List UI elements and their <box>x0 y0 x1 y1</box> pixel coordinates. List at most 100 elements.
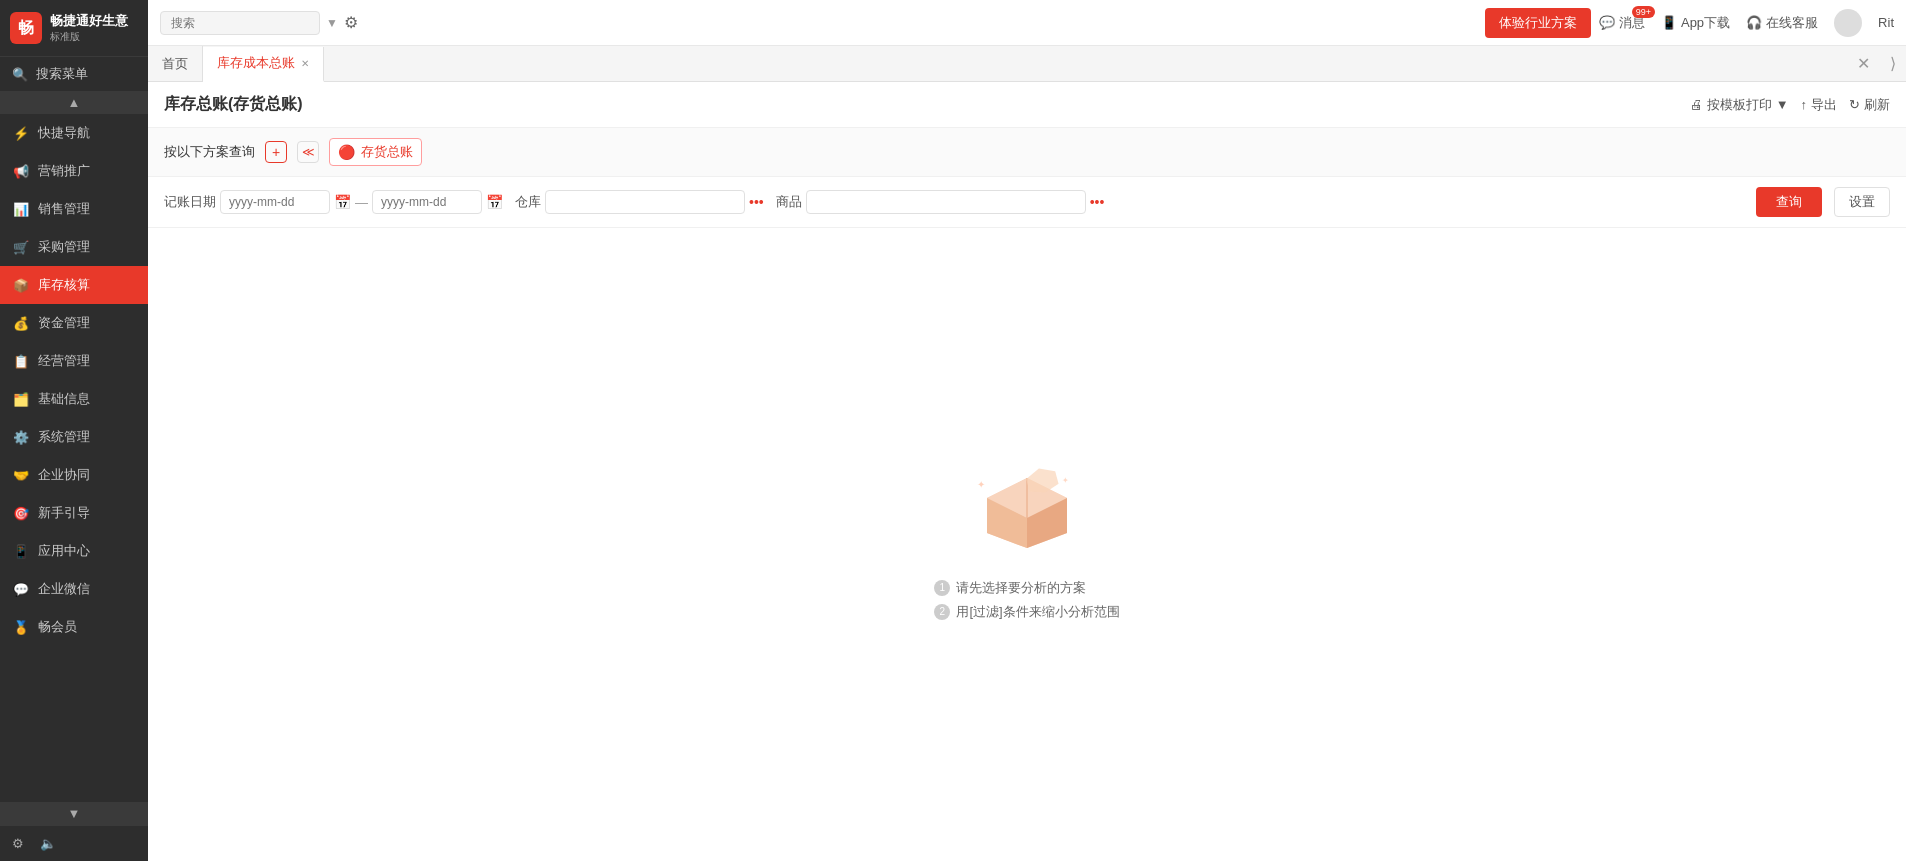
tab-bar: 首页 库存成本总账 ✕ ✕ ⟩ <box>148 46 1906 82</box>
speaker-footer-icon[interactable]: 🔈 <box>40 836 56 851</box>
enterprise-icon: 🤝 <box>12 466 30 484</box>
marketing-icon: 📢 <box>12 162 30 180</box>
warehouse-more-icon[interactable]: ••• <box>749 194 764 210</box>
warehouse-field: 仓库 ••• <box>515 190 764 214</box>
filter-label: 按以下方案查询 <box>164 143 255 161</box>
date-start-input[interactable] <box>220 190 330 214</box>
scheme-icon: 🔴 <box>338 144 355 160</box>
sidebar-item-wechat[interactable]: 💬 企业微信 <box>0 570 148 608</box>
headset-icon: 🎧 <box>1746 15 1762 30</box>
scroll-up-btn[interactable]: ▲ <box>0 91 148 114</box>
content-area: 库存总账(存货总账) 🖨 按模板打印 ▼ ↑ 导出 ↻ 刷新 <box>148 82 1906 861</box>
scroll-down-btn[interactable]: ▼ <box>0 802 148 825</box>
goods-input[interactable] <box>806 190 1086 214</box>
topbar-search-input[interactable] <box>160 11 320 35</box>
export-icon: ↑ <box>1801 97 1808 112</box>
operation-label: 经营管理 <box>38 352 90 370</box>
app-logo-text: 畅捷通好生意 标准版 <box>50 13 128 43</box>
date-end-input[interactable] <box>372 190 482 214</box>
search-btn[interactable]: 查询 <box>1756 187 1822 217</box>
tab-home[interactable]: 首页 <box>148 46 203 81</box>
goods-more-icon[interactable]: ••• <box>1090 194 1105 210</box>
app-download-label: App下载 <box>1681 14 1730 32</box>
sidebar: 畅 畅捷通好生意 标准版 🔍 搜索菜单 ▲ ⚡ 快捷导航 📢 营销推广 📊 销售… <box>0 0 148 861</box>
phone-icon: 📱 <box>1661 15 1677 30</box>
newbie-label: 新手引导 <box>38 504 90 522</box>
svg-text:✦: ✦ <box>1062 476 1069 485</box>
search-row: 记账日期 📅 — 📅 仓库 ••• 商品 ••• 查询 <box>148 177 1906 228</box>
topbar-gear-icon[interactable]: ⚙ <box>344 13 358 32</box>
app-title: 畅捷通好生意 <box>50 13 128 30</box>
refresh-btn[interactable]: ↻ 刷新 <box>1849 96 1890 114</box>
print-btn[interactable]: 🖨 按模板打印 ▼ <box>1690 96 1789 114</box>
tab-close-all-btn[interactable]: ✕ <box>1847 54 1880 73</box>
sidebar-item-member[interactable]: 🏅 畅会员 <box>0 608 148 646</box>
app-subtitle: 标准版 <box>50 30 128 43</box>
app-center-label: 应用中心 <box>38 542 90 560</box>
settings-footer-icon[interactable]: ⚙ <box>12 836 24 851</box>
sidebar-search[interactable]: 🔍 搜索菜单 <box>0 57 148 91</box>
topbar-chevron-icon[interactable]: ▼ <box>326 16 338 30</box>
app-download-btn[interactable]: 📱 App下载 <box>1661 14 1730 32</box>
step2-icon: 2 <box>934 604 950 620</box>
warehouse-input[interactable] <box>545 190 745 214</box>
inventory-icon: 📦 <box>12 276 30 294</box>
sales-label: 销售管理 <box>38 200 90 218</box>
sidebar-item-app-center[interactable]: 📱 应用中心 <box>0 532 148 570</box>
sidebar-item-purchase[interactable]: 🛒 采购管理 <box>0 228 148 266</box>
tab-expand-icon[interactable]: ⟩ <box>1880 54 1906 73</box>
basic-icon: 🗂️ <box>12 390 30 408</box>
export-btn[interactable]: ↑ 导出 <box>1801 96 1838 114</box>
filter-scheme-item[interactable]: 🔴 存货总账 <box>329 138 422 166</box>
sidebar-item-enterprise[interactable]: 🤝 企业协同 <box>0 456 148 494</box>
filter-add-btn[interactable]: + <box>265 141 287 163</box>
empty-tip2: 用[过滤]条件来缩小分析范围 <box>956 603 1119 621</box>
calendar-start-icon[interactable]: 📅 <box>334 194 351 210</box>
finance-icon: 💰 <box>12 314 30 332</box>
tab-home-label: 首页 <box>162 55 188 73</box>
calendar-end-icon[interactable]: 📅 <box>486 194 503 210</box>
quick-nav-icon: ⚡ <box>12 124 30 142</box>
purchase-label: 采购管理 <box>38 238 90 256</box>
trial-btn[interactable]: 体验行业方案 <box>1485 8 1591 38</box>
member-icon: 🏅 <box>12 618 30 636</box>
sidebar-item-inventory[interactable]: 📦 库存核算 <box>0 266 148 304</box>
tab-inventory-ledger-label: 库存成本总账 <box>217 54 295 72</box>
sidebar-nav: ⚡ 快捷导航 📢 营销推广 📊 销售管理 🛒 采购管理 📦 库存核算 💰 资金管… <box>0 114 148 802</box>
sidebar-footer: ⚙ 🔈 <box>0 825 148 861</box>
page-title: 库存总账(存货总账) <box>164 94 303 115</box>
app-logo-icon: 畅 <box>10 12 42 44</box>
operation-icon: 📋 <box>12 352 30 370</box>
sidebar-item-system[interactable]: ⚙️ 系统管理 <box>0 418 148 456</box>
newbie-icon: 🎯 <box>12 504 30 522</box>
inventory-label: 库存核算 <box>38 276 90 294</box>
print-icon: 🖨 <box>1690 97 1703 112</box>
export-label: 导出 <box>1811 96 1837 114</box>
sidebar-item-marketing[interactable]: 📢 营销推广 <box>0 152 148 190</box>
topbar-search-area: ▼ ⚙ <box>160 11 1477 35</box>
app-center-icon: 📱 <box>12 542 30 560</box>
svg-text:✦: ✦ <box>977 479 985 490</box>
page-container: 库存总账(存货总账) 🖨 按模板打印 ▼ ↑ 导出 ↻ 刷新 <box>148 82 1906 861</box>
message-btn[interactable]: 💬 消息 99+ <box>1599 14 1645 32</box>
system-icon: ⚙️ <box>12 428 30 446</box>
sidebar-item-newbie[interactable]: 🎯 新手引导 <box>0 494 148 532</box>
online-service-btn[interactable]: 🎧 在线客服 <box>1746 14 1818 32</box>
date-field: 记账日期 📅 — 📅 <box>164 190 503 214</box>
sidebar-item-operation[interactable]: 📋 经营管理 <box>0 342 148 380</box>
enterprise-label: 企业协同 <box>38 466 90 484</box>
empty-text: 1 请先选择要分析的方案 2 用[过滤]条件来缩小分析范围 <box>934 579 1119 627</box>
sidebar-item-basic[interactable]: 🗂️ 基础信息 <box>0 380 148 418</box>
filter-bar: 按以下方案查询 + ≪ 🔴 存货总账 <box>148 128 1906 177</box>
system-label: 系统管理 <box>38 428 90 446</box>
sidebar-item-finance[interactable]: 💰 资金管理 <box>0 304 148 342</box>
username-label: Rit <box>1878 15 1894 30</box>
tab-close-btn[interactable]: ✕ <box>301 58 309 69</box>
sidebar-item-sales[interactable]: 📊 销售管理 <box>0 190 148 228</box>
tab-inventory-ledger[interactable]: 库存成本总账 ✕ <box>203 47 324 82</box>
sidebar-logo: 畅 畅捷通好生意 标准版 <box>0 0 148 57</box>
filter-collapse-btn[interactable]: ≪ <box>297 141 319 163</box>
message-icon: 💬 <box>1599 15 1615 30</box>
settings-btn[interactable]: 设置 <box>1834 187 1890 217</box>
sidebar-item-quick-nav[interactable]: ⚡ 快捷导航 <box>0 114 148 152</box>
